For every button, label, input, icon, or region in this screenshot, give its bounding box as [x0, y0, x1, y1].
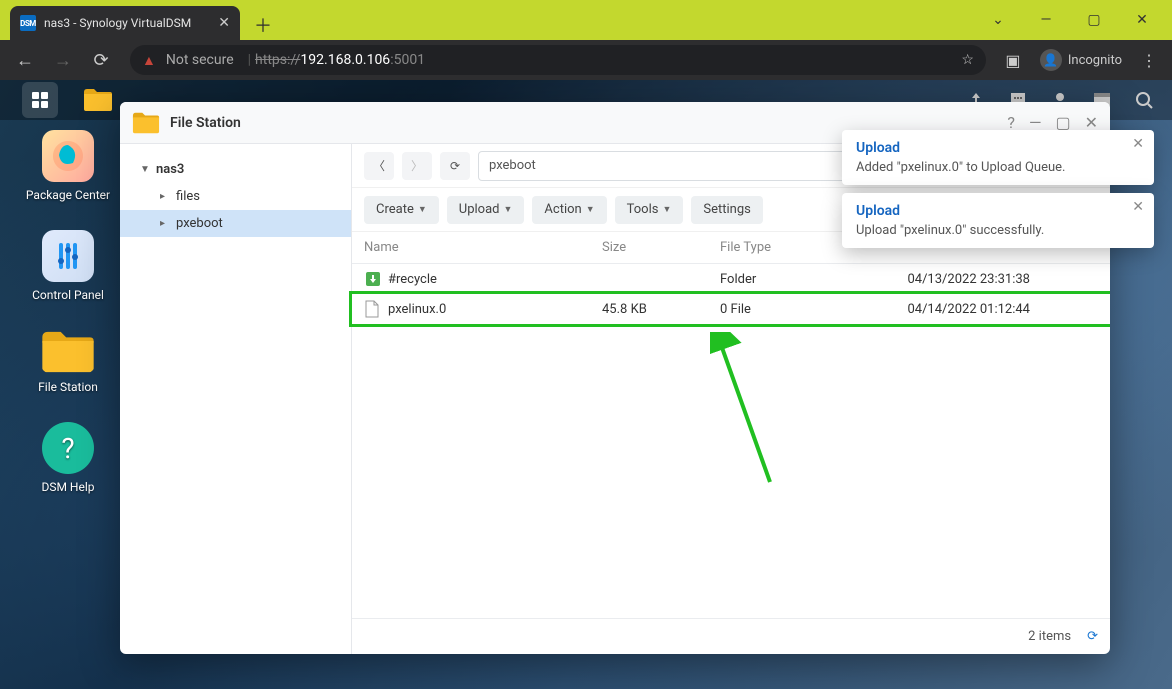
desktop-package-center[interactable]: Package Center: [14, 130, 122, 202]
folder-icon: [132, 111, 160, 135]
file-rows: #recycle Folder04/13/2022 23:31:38 pxelinu…: [352, 264, 1110, 618]
settings-button[interactable]: Settings: [691, 196, 762, 224]
item-count: 2 items: [1028, 629, 1071, 644]
maximize-button[interactable]: ▢: [1072, 5, 1116, 35]
window-title: File Station: [170, 115, 241, 131]
path-value: pxeboot: [489, 158, 536, 173]
nav-back-button[interactable]: 〈: [364, 152, 394, 180]
file-type: 0 File: [720, 302, 870, 317]
file-station-icon: [40, 330, 96, 374]
create-button[interactable]: Create▼: [364, 196, 439, 224]
close-tab-icon[interactable]: ✕: [218, 15, 230, 31]
kebab-menu-icon[interactable]: ⋮: [1134, 45, 1164, 75]
tree-item-pxeboot[interactable]: ▸pxeboot: [120, 210, 351, 237]
tree-item-label: pxeboot: [176, 216, 223, 231]
desktop-icon-label: File Station: [38, 380, 98, 394]
back-button[interactable]: ←: [8, 43, 42, 77]
file-size: 45.8 KB: [602, 302, 720, 317]
panel-icon[interactable]: ▣: [998, 45, 1028, 75]
file-name: pxelinux.0: [388, 302, 602, 317]
main-menu-button[interactable]: [20, 80, 60, 120]
desktop-icon-label: DSM Help: [41, 480, 94, 494]
file-name: #recycle: [388, 272, 602, 287]
warning-icon: ▲: [142, 52, 156, 69]
minimize-button[interactable]: ―: [1024, 5, 1068, 35]
folder-tree: ▼nas3 ▸files ▸pxeboot: [120, 144, 352, 654]
tree-root-label: nas3: [156, 162, 184, 177]
incognito-label: Incognito: [1068, 53, 1122, 68]
desktop-control-panel[interactable]: Control Panel: [14, 230, 122, 302]
toast: ✕Upload Added "pxelinux.0" to Upload Queu…: [842, 130, 1154, 185]
desktop-icon-label: Control Panel: [32, 288, 104, 302]
new-tab-button[interactable]: ＋: [248, 10, 278, 40]
chevron-down-icon[interactable]: ⌄: [976, 5, 1020, 35]
file-type: Folder: [720, 272, 870, 287]
notifications: ✕UploadAdded "pxelinux.0" to Upload Queu…: [842, 130, 1154, 248]
status-bar: 2 items ⟳: [352, 618, 1110, 654]
url-port: :5001: [390, 52, 425, 68]
tree-item-files[interactable]: ▸files: [120, 183, 351, 210]
browser-tab[interactable]: DSM nas3 - Synology VirtualDSM ✕: [10, 6, 240, 40]
status-refresh-icon[interactable]: ⟳: [1087, 629, 1098, 644]
browser-titlebar: DSM nas3 - Synology VirtualDSM ✕ ＋ ⌄ ― ▢…: [0, 0, 1172, 40]
tree-item-label: files: [176, 189, 200, 204]
dsm-desktop: Package Center Control Panel File Statio…: [0, 80, 1172, 689]
file-modified: 04/13/2022 23:31:38: [870, 272, 1110, 287]
file-row[interactable]: #recycle Folder04/13/2022 23:31:38: [352, 264, 1110, 294]
nav-refresh-button[interactable]: ⟳: [440, 152, 470, 180]
search-icon[interactable]: [1124, 80, 1164, 120]
task-file-station[interactable]: [80, 82, 116, 118]
col-size[interactable]: Size: [602, 240, 720, 255]
action-button[interactable]: Action▼: [532, 196, 606, 224]
toast-title: Upload: [856, 140, 1140, 156]
tree-root[interactable]: ▼nas3: [120, 156, 351, 183]
desktop-icons: Package Center Control Panel File Statio…: [14, 130, 122, 494]
nav-forward-button[interactable]: 〉: [402, 152, 432, 180]
upload-button[interactable]: Upload▼: [447, 196, 525, 224]
url-host: 192.168.0.106: [300, 52, 390, 68]
toast-message: Added "pxelinux.0" to Upload Queue.: [856, 160, 1140, 175]
col-name[interactable]: Name: [364, 240, 602, 255]
toast: ✕Upload Upload "pxelinux.0" successfully.: [842, 193, 1154, 248]
file-icon: [364, 300, 388, 318]
browser-toolbar: ← → ⟳ ▲ Not secure | https://192.168.0.1…: [0, 40, 1172, 80]
package-center-icon: [42, 130, 94, 182]
toast-message: Upload "pxelinux.0" successfully.: [856, 223, 1140, 238]
address-bar[interactable]: ▲ Not secure | https://192.168.0.106:500…: [130, 45, 986, 75]
help-icon: ?: [42, 422, 94, 474]
close-window-button[interactable]: ✕: [1120, 5, 1164, 35]
toast-close-icon[interactable]: ✕: [1132, 136, 1144, 152]
tab-title: nas3 - Synology VirtualDSM: [44, 16, 191, 30]
desktop-dsm-help[interactable]: ? DSM Help: [14, 422, 122, 494]
desktop-icon-label: Package Center: [26, 188, 110, 202]
url-scheme: https://: [255, 52, 300, 68]
separator: |: [248, 52, 251, 68]
toast-title: Upload: [856, 203, 1140, 219]
not-secure-label: Not secure: [166, 52, 234, 68]
desktop-file-station[interactable]: File Station: [14, 330, 122, 394]
file-row[interactable]: pxelinux.045.8 KB0 File04/14/2022 01:12:…: [352, 294, 1110, 324]
window-controls: ⌄ ― ▢ ✕: [976, 0, 1172, 40]
tools-button[interactable]: Tools▼: [615, 196, 684, 224]
control-panel-icon: [42, 230, 94, 282]
favicon: DSM: [20, 15, 36, 31]
incognito-icon: 👤: [1040, 49, 1062, 71]
reload-button[interactable]: ⟳: [84, 43, 118, 77]
incognito-chip[interactable]: 👤 Incognito: [1032, 49, 1130, 71]
file-icon: [364, 270, 388, 288]
file-modified: 04/14/2022 01:12:44: [870, 302, 1110, 317]
toast-close-icon[interactable]: ✕: [1132, 199, 1144, 215]
forward-button[interactable]: →: [46, 43, 80, 77]
bookmark-icon[interactable]: ☆: [961, 52, 974, 68]
